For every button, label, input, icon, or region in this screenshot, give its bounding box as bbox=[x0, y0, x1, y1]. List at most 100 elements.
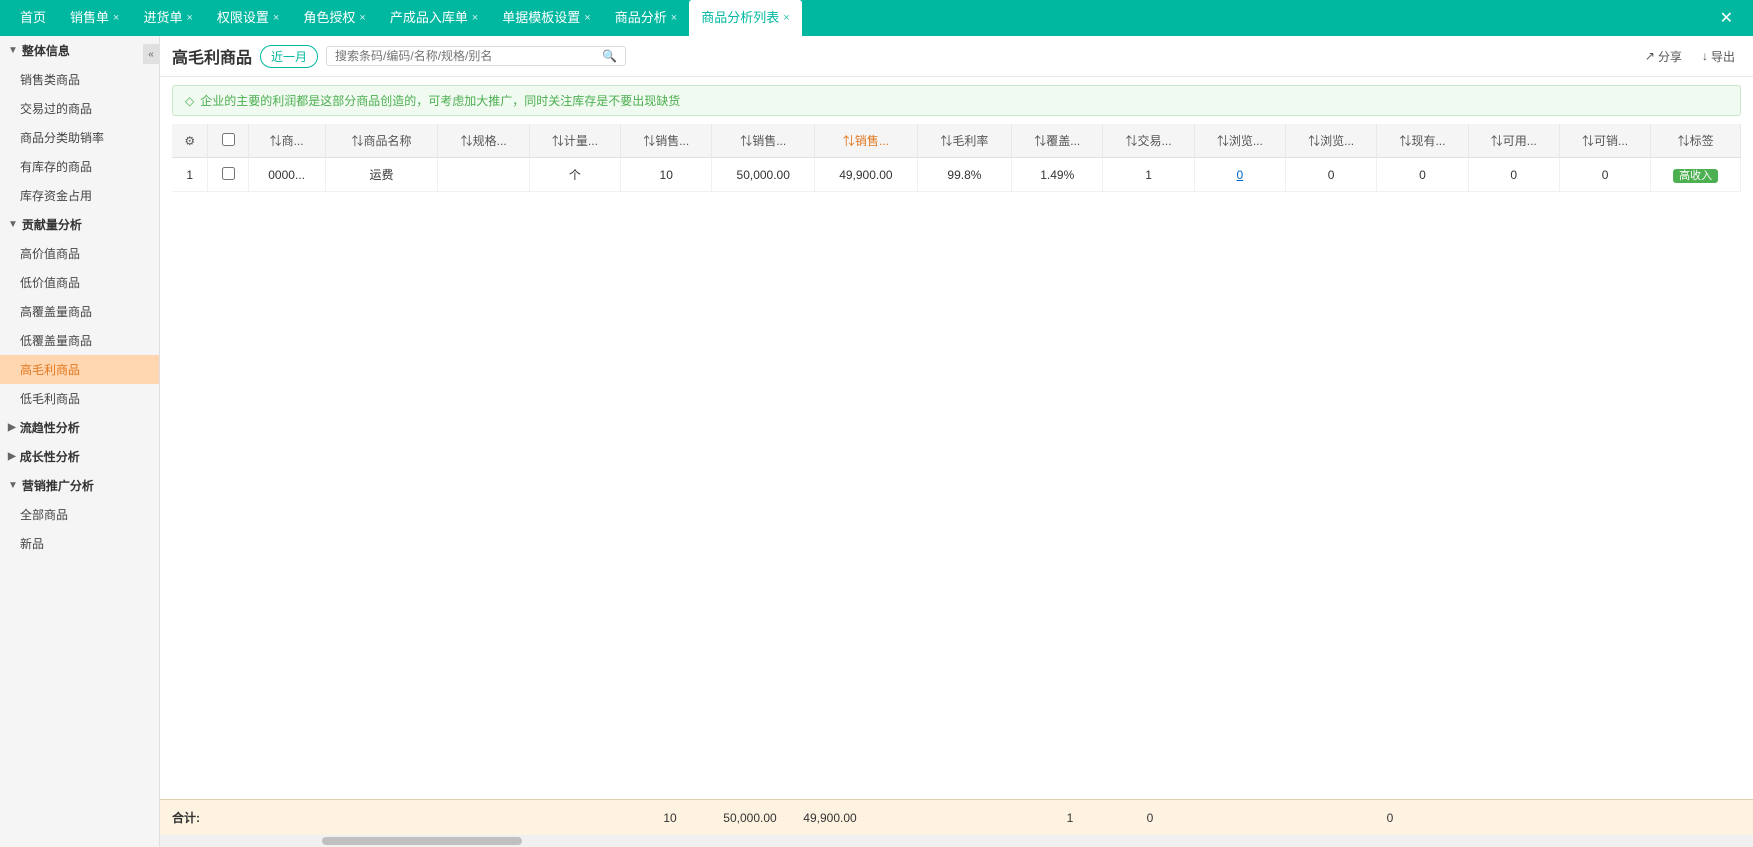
footer-bar: 合计: 10 50,000.00 49,900.00 1 0 0 bbox=[160, 799, 1753, 835]
footer-label: 合计: bbox=[172, 809, 200, 826]
content-header: 高毛利商品 近一月 🔍 ↗ 分享 ↓ 导出 bbox=[160, 36, 1753, 77]
sidebar-item-high-coverage[interactable]: 高覆盖量商品 bbox=[0, 297, 159, 326]
table-row: 1 0000... 运费 个 10 50,000.00 49,900.00 99… bbox=[172, 158, 1741, 192]
col-unit[interactable]: ⇅计量... bbox=[529, 124, 620, 158]
col-browse1[interactable]: ⇅浏览... bbox=[1194, 124, 1285, 158]
sidebar-item-category-sales-rate[interactable]: 商品分类助销率 bbox=[0, 123, 159, 152]
sidebar-item-all-goods[interactable]: 全部商品 bbox=[0, 500, 159, 529]
col-available[interactable]: ⇅可用... bbox=[1468, 124, 1559, 158]
sidebar-item-new-products[interactable]: 新品 bbox=[0, 529, 159, 558]
sort-icon-name: ⇅ bbox=[351, 134, 363, 148]
sidebar-item-in-stock-goods[interactable]: 有库存的商品 bbox=[0, 152, 159, 181]
export-button[interactable]: ↓ 导出 bbox=[1696, 46, 1741, 67]
sidebar-item-low-coverage[interactable]: 低覆盖量商品 bbox=[0, 326, 159, 355]
cell-sales3: 49,900.00 bbox=[815, 158, 918, 192]
sidebar: « ▼ 整体信息 销售类商品 交易过的商品 商品分类助销率 有库存的商品 库存资… bbox=[0, 36, 160, 847]
footer-sales2: 50,000.00 bbox=[710, 811, 790, 825]
sidebar-section-growth[interactable]: ▶ 成长性分析 bbox=[0, 442, 159, 471]
section-arrow-growth: ▶ bbox=[8, 451, 16, 462]
cell-index: 1 bbox=[172, 158, 208, 192]
sidebar-collapse-button[interactable]: « bbox=[143, 44, 159, 64]
nav-home[interactable]: 首页 bbox=[8, 0, 58, 36]
footer-current bbox=[1270, 811, 1350, 825]
sidebar-item-stock-capital[interactable]: 库存资金占用 bbox=[0, 181, 159, 210]
footer-coverage bbox=[950, 811, 1030, 825]
nav-close-analysis-list[interactable]: × bbox=[783, 0, 789, 36]
tag-badge: 高收入 bbox=[1673, 169, 1718, 183]
share-button[interactable]: ↗ 分享 bbox=[1639, 46, 1688, 67]
col-name[interactable]: ⇅商品名称 bbox=[325, 124, 438, 158]
search-input[interactable] bbox=[335, 49, 602, 63]
sidebar-section-general-info[interactable]: ▼ 整体信息 bbox=[0, 36, 159, 65]
nav-close-template[interactable]: × bbox=[584, 0, 590, 36]
nav-close-product[interactable]: × bbox=[472, 0, 478, 36]
info-bar: ◇ 企业的主要的利润都是这部分商品创造的，可考虑加大推广，同时关注库存是不要出现… bbox=[172, 85, 1741, 116]
cell-sales2: 50,000.00 bbox=[712, 158, 815, 192]
footer-available: 0 bbox=[1350, 811, 1430, 825]
filter-recent-month-button[interactable]: 近一月 bbox=[260, 45, 318, 68]
col-current[interactable]: ⇅现有... bbox=[1377, 124, 1468, 158]
nav-product-analysis[interactable]: 商品分析 × bbox=[603, 0, 689, 36]
horizontal-scrollbar[interactable] bbox=[160, 835, 1753, 847]
footer-browse1: 0 bbox=[1110, 811, 1190, 825]
share-icon: ↗ bbox=[1645, 49, 1655, 63]
col-spec[interactable]: ⇅规格... bbox=[438, 124, 529, 158]
section-arrow-general: ▼ bbox=[8, 45, 18, 56]
cell-browse1[interactable]: 0 bbox=[1194, 158, 1285, 192]
scrollbar-thumb[interactable] bbox=[322, 837, 522, 845]
browse1-link[interactable]: 0 bbox=[1237, 168, 1244, 182]
table-container: ⚙ ⇅商... ⇅商品名称 ⇅规格... ⇅计量... ⇅销售... ⇅销售..… bbox=[160, 124, 1753, 799]
sort-icon-s3: ⇅ bbox=[843, 134, 855, 148]
sort-icon-b1: ⇅ bbox=[1217, 134, 1229, 148]
nav-close-role[interactable]: × bbox=[359, 0, 365, 36]
cell-checkbox[interactable] bbox=[208, 158, 248, 192]
nav-template-settings[interactable]: 单据模板设置 × bbox=[490, 0, 602, 36]
sidebar-item-low-value[interactable]: 低价值商品 bbox=[0, 268, 159, 297]
nav-close-permission[interactable]: × bbox=[273, 0, 279, 36]
sidebar-section-marketing[interactable]: ▼ 营销推广分析 bbox=[0, 471, 159, 500]
nav-close-analysis[interactable]: × bbox=[671, 0, 677, 36]
sidebar-item-sales-goods[interactable]: 销售类商品 bbox=[0, 65, 159, 94]
col-settings[interactable]: ⚙ bbox=[172, 124, 208, 158]
sidebar-item-high-margin[interactable]: 高毛利商品 bbox=[0, 355, 159, 384]
nav-analysis-list[interactable]: 商品分析列表 × bbox=[689, 0, 801, 36]
sidebar-section-flow[interactable]: ▶ 流趋性分析 bbox=[0, 413, 159, 442]
sidebar-item-traded-goods[interactable]: 交易过的商品 bbox=[0, 94, 159, 123]
header-actions: ↗ 分享 ↓ 导出 bbox=[1639, 46, 1741, 67]
nav-sales-order[interactable]: 销售单 × bbox=[58, 0, 131, 36]
col-coverage[interactable]: ⇅覆盖... bbox=[1012, 124, 1103, 158]
sort-icon-s2: ⇅ bbox=[740, 134, 752, 148]
cell-spec bbox=[438, 158, 529, 192]
nav-purchase-order[interactable]: 进货单 × bbox=[131, 0, 204, 36]
footer-sellable bbox=[1430, 811, 1510, 825]
footer-sales1: 10 bbox=[630, 811, 710, 825]
sort-icon-cov: ⇅ bbox=[1034, 134, 1046, 148]
col-sales3[interactable]: ⇅销售... bbox=[815, 124, 918, 158]
sidebar-section-contribution[interactable]: ▼ 贡献量分析 bbox=[0, 210, 159, 239]
col-trade[interactable]: ⇅交易... bbox=[1103, 124, 1194, 158]
select-all-checkbox[interactable] bbox=[222, 133, 235, 146]
cell-unit: 个 bbox=[529, 158, 620, 192]
footer-browse2 bbox=[1190, 811, 1270, 825]
sort-icon-spec: ⇅ bbox=[461, 134, 473, 148]
nav-close-sales[interactable]: × bbox=[113, 0, 119, 36]
col-gross-rate[interactable]: ⇅毛利率 bbox=[917, 124, 1011, 158]
sidebar-item-high-value[interactable]: 高价值商品 bbox=[0, 239, 159, 268]
nav-product-storage[interactable]: 产成品入库单 × bbox=[378, 0, 490, 36]
window-close-button[interactable]: ✕ bbox=[1708, 8, 1745, 28]
nav-close-purchase[interactable]: × bbox=[186, 0, 192, 36]
col-checkbox[interactable] bbox=[208, 124, 248, 158]
col-sales2[interactable]: ⇅销售... bbox=[712, 124, 815, 158]
col-browse2[interactable]: ⇅浏览... bbox=[1286, 124, 1377, 158]
row-checkbox[interactable] bbox=[222, 167, 235, 180]
col-sales1[interactable]: ⇅销售... bbox=[621, 124, 712, 158]
sort-icon-tag: ⇅ bbox=[1678, 134, 1690, 148]
col-tag[interactable]: ⇅标签 bbox=[1651, 124, 1741, 158]
cell-trade: 1 bbox=[1103, 158, 1194, 192]
nav-role-auth[interactable]: 角色授权 × bbox=[291, 0, 377, 36]
search-icon[interactable]: 🔍 bbox=[602, 49, 617, 63]
nav-permission[interactable]: 权限设置 × bbox=[205, 0, 291, 36]
sidebar-item-low-margin[interactable]: 低毛利商品 bbox=[0, 384, 159, 413]
col-sellable[interactable]: ⇅可销... bbox=[1559, 124, 1650, 158]
col-code[interactable]: ⇅商... bbox=[248, 124, 325, 158]
